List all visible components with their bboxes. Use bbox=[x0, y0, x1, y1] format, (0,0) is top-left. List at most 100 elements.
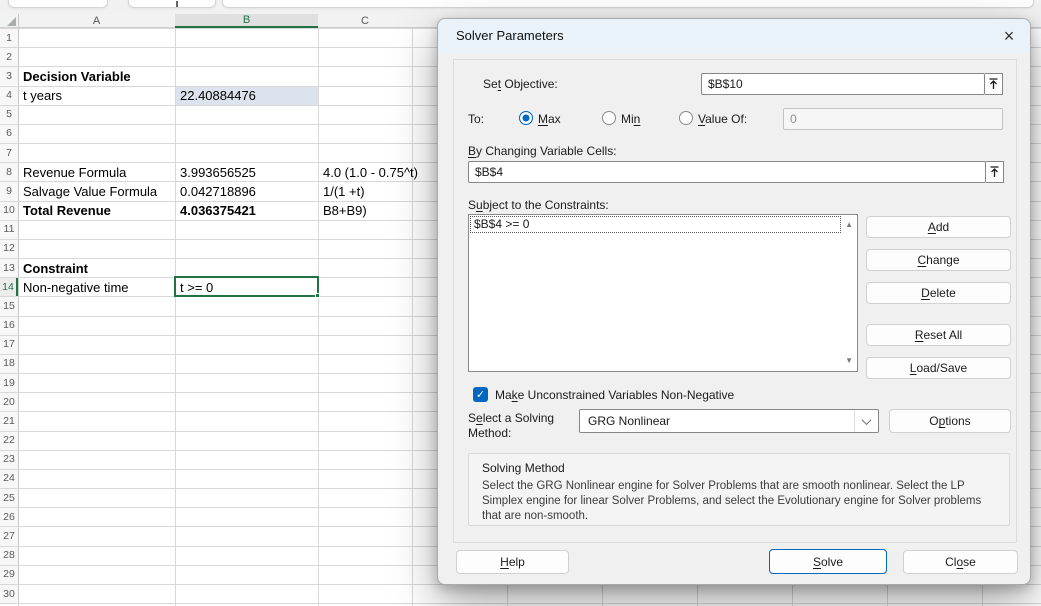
row-header-15[interactable]: 15 bbox=[0, 296, 18, 316]
solving-method-infobox: Solving Method Select the GRG Nonlinear … bbox=[468, 453, 1010, 526]
row-header-21[interactable]: 21 bbox=[0, 411, 18, 431]
active-cell-border[interactable] bbox=[174, 276, 319, 298]
app-window: A B C 1 2 3 4 5 6 7 8 9 10 11 12 13 14 15 16 17 18 19 20 21 22 23… bbox=[0, 0, 1041, 606]
constraints-label: Subject to the Constraints: bbox=[468, 198, 609, 212]
row-header-29[interactable]: 29 bbox=[0, 564, 18, 584]
value-of-value: 0 bbox=[790, 112, 797, 126]
radio-value-of[interactable] bbox=[679, 111, 693, 125]
row-header-13[interactable]: 13 bbox=[0, 258, 18, 278]
row-header-11[interactable]: 11 bbox=[0, 219, 18, 239]
row-header-3[interactable]: 3 bbox=[0, 66, 18, 86]
row-header-28[interactable]: 28 bbox=[0, 545, 18, 565]
row-header-1[interactable]: 1 bbox=[0, 28, 18, 48]
row-header-24[interactable]: 24 bbox=[0, 468, 18, 489]
solving-method-label: Select a Solving Method: bbox=[468, 411, 555, 440]
delete-button[interactable]: Delete bbox=[866, 282, 1011, 304]
select-all-corner[interactable] bbox=[7, 17, 16, 26]
solve-button[interactable]: Solve bbox=[769, 549, 887, 574]
column-header-B[interactable]: B bbox=[175, 14, 318, 28]
name-box[interactable] bbox=[8, 0, 108, 8]
row-header-7[interactable]: 7 bbox=[0, 143, 18, 163]
formula-bar[interactable] bbox=[222, 0, 1034, 8]
cell-B9[interactable]: 0.042718896 bbox=[176, 182, 318, 200]
row-header-22[interactable]: 22 bbox=[0, 430, 18, 450]
insert-function-box[interactable] bbox=[128, 0, 216, 8]
row-header-4[interactable]: 4 bbox=[0, 85, 18, 105]
solving-method-dropdown[interactable]: GRG Nonlinear bbox=[579, 409, 879, 433]
cell-A10[interactable]: Total Revenue bbox=[19, 202, 175, 220]
gridline bbox=[318, 28, 319, 606]
solver-parameters-dialog: Solver Parameters × Set Objective: $B$10… bbox=[437, 18, 1031, 585]
constraints-listbox[interactable]: $B$4 >= 0 ▲ ▼ bbox=[468, 214, 858, 372]
gridline bbox=[412, 28, 413, 606]
close-icon[interactable]: × bbox=[996, 23, 1022, 49]
solving-method-info-title: Solving Method bbox=[482, 461, 565, 475]
check-icon: ✓ bbox=[475, 389, 486, 401]
cell-C9[interactable]: 1/(1 +t) bbox=[319, 182, 412, 200]
reset-all-button[interactable]: Reset All bbox=[866, 324, 1011, 346]
column-header-C[interactable]: C bbox=[318, 14, 412, 28]
radio-max[interactable] bbox=[519, 111, 533, 125]
scroll-down-icon[interactable]: ▼ bbox=[845, 357, 853, 365]
cell-C8[interactable]: 4.0 (1.0 - 0.75^t) bbox=[319, 163, 418, 181]
cell-A3[interactable]: Decision Variable bbox=[19, 67, 175, 85]
row-header-5[interactable]: 5 bbox=[0, 104, 18, 124]
constraint-item[interactable]: $B$4 >= 0 bbox=[470, 216, 841, 233]
add-button[interactable]: Add bbox=[866, 216, 1011, 238]
row-header-14[interactable]: 14 bbox=[0, 277, 18, 297]
to-label: To: bbox=[468, 112, 485, 126]
cell-A4[interactable]: t years bbox=[19, 87, 175, 105]
fx-icon bbox=[176, 1, 178, 7]
non-negative-checkbox[interactable]: ✓ bbox=[473, 387, 488, 402]
variable-cells-range-picker-icon[interactable] bbox=[986, 161, 1004, 183]
row-header-20[interactable]: 20 bbox=[0, 392, 18, 412]
scroll-up-icon[interactable]: ▲ bbox=[845, 221, 853, 229]
set-objective-input[interactable]: $B$10 bbox=[701, 73, 985, 95]
row-header-30[interactable]: 30 bbox=[0, 583, 18, 604]
cell-A8[interactable]: Revenue Formula bbox=[19, 163, 175, 181]
change-button[interactable]: Change bbox=[866, 249, 1011, 271]
row-header-18[interactable]: 18 bbox=[0, 353, 18, 374]
row-header-6[interactable]: 6 bbox=[0, 123, 18, 143]
cell-A14[interactable]: Non-negative time bbox=[19, 278, 175, 296]
cell-A13[interactable]: Constraint bbox=[19, 259, 175, 277]
load-save-button[interactable]: Load/Save bbox=[866, 357, 1011, 379]
solving-method-info-text: Select the GRG Nonlinear engine for Solv… bbox=[482, 480, 982, 522]
row-header-19[interactable]: 19 bbox=[0, 373, 18, 393]
objective-range-picker-icon[interactable] bbox=[985, 73, 1003, 95]
variable-cells-input[interactable]: $B$4 bbox=[468, 161, 986, 183]
gridline bbox=[0, 603, 1041, 605]
cell-C10[interactable]: B8+B9) bbox=[319, 202, 412, 220]
row-header-27[interactable]: 27 bbox=[0, 526, 18, 546]
row-header-23[interactable]: 23 bbox=[0, 449, 18, 469]
row-header-25[interactable]: 25 bbox=[0, 488, 18, 508]
row-header-2[interactable]: 2 bbox=[0, 47, 18, 67]
row-header-16[interactable]: 16 bbox=[0, 315, 18, 335]
chevron-down-icon bbox=[854, 410, 878, 432]
variable-cells-label: By Changing Variable Cells: bbox=[468, 144, 617, 158]
close-button[interactable]: Cl o se bbox=[903, 550, 1018, 574]
fill-handle[interactable] bbox=[315, 293, 320, 299]
variable-cells-value: $B$4 bbox=[475, 165, 504, 179]
radio-value-of-label: Value Of: bbox=[698, 112, 748, 126]
row-header-10[interactable]: 10 bbox=[0, 200, 18, 220]
cell-B10[interactable]: 4.036375421 bbox=[176, 202, 318, 220]
set-objective-value: $B$10 bbox=[708, 77, 743, 91]
column-header-A[interactable]: A bbox=[18, 14, 175, 28]
radio-min-label: Min bbox=[621, 112, 641, 126]
row-header-8[interactable]: 8 bbox=[0, 162, 18, 182]
row-header-12[interactable]: 12 bbox=[0, 238, 18, 259]
row-header-17[interactable]: 17 bbox=[0, 334, 18, 354]
help-button[interactable]: Help bbox=[456, 550, 569, 574]
row-header-9[interactable]: 9 bbox=[0, 181, 18, 201]
value-of-input[interactable]: 0 bbox=[783, 108, 1003, 130]
cell-B8[interactable]: 3.993656525 bbox=[176, 163, 318, 181]
radio-min[interactable] bbox=[602, 111, 616, 125]
non-negative-label: Make Unconstrained Variables Non-Negativ… bbox=[495, 388, 735, 402]
radio-max-label: Max bbox=[538, 112, 561, 126]
row-header-26[interactable]: 26 bbox=[0, 507, 18, 527]
options-button[interactable]: Op tions bbox=[889, 409, 1011, 433]
cell-A9[interactable]: Salvage Value Formula bbox=[19, 182, 175, 200]
cell-B4[interactable]: 22.40884476 bbox=[176, 86, 318, 105]
dialog-title: Solver Parameters bbox=[456, 28, 564, 43]
